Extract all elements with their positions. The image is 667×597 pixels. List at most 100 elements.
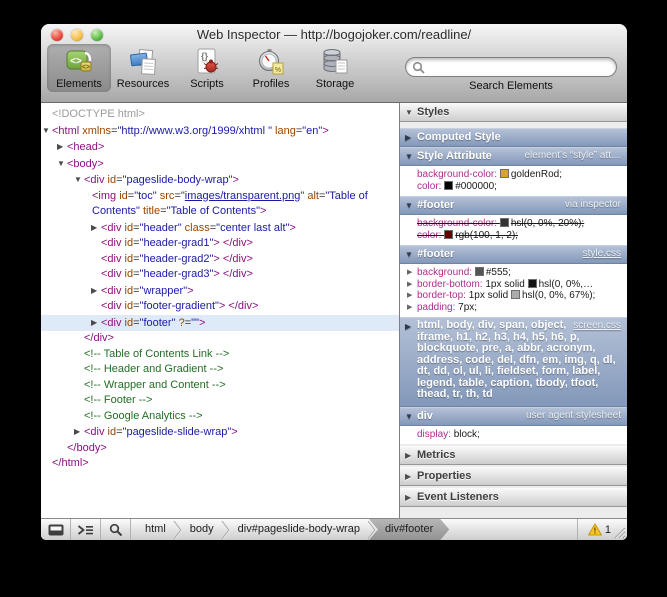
expanded-arrow-icon[interactable]: ▼ <box>405 249 413 261</box>
color-swatch[interactable] <box>444 230 453 239</box>
collapsed-arrow-icon[interactable]: ▶ <box>407 267 412 279</box>
tree-row[interactable]: <div id="footer-gradient"> </div> <box>41 299 399 315</box>
close-button[interactable] <box>51 29 63 41</box>
style-property[interactable]: background-color: goldenRod; <box>400 169 627 181</box>
tree-row[interactable]: <img id="toc" src="images/transparent.pn… <box>41 189 399 220</box>
collapsed-arrow-icon[interactable]: ▶ <box>405 471 411 483</box>
style-section-header[interactable]: ▶Metrics <box>400 446 627 465</box>
search-icon <box>109 523 123 537</box>
expanded-arrow-icon[interactable]: ▼ <box>405 411 413 423</box>
tree-row[interactable]: ▼<body> <box>41 156 399 173</box>
collapsed-arrow-icon[interactable]: ▶ <box>91 283 101 299</box>
collapsed-arrow-icon[interactable]: ▶ <box>57 139 67 155</box>
expanded-arrow-icon[interactable]: ▼ <box>405 200 413 212</box>
color-swatch[interactable] <box>528 279 537 288</box>
stylesheet-link[interactable]: screen.css <box>573 320 621 332</box>
toolbar-button-storage[interactable]: Storage <box>303 44 367 92</box>
toolbar-button-profiles[interactable]: % Profiles <box>239 44 303 92</box>
tree-row[interactable]: ▶<div id="pageslide-slide-wrap"> <box>41 424 399 441</box>
collapsed-arrow-icon[interactable]: ▶ <box>74 424 84 440</box>
collapsed-arrow-icon[interactable]: ▶ <box>405 132 411 144</box>
dock-bottom-button[interactable] <box>41 519 71 540</box>
color-swatch[interactable] <box>511 290 520 299</box>
tree-row[interactable]: </html> <box>41 456 399 472</box>
tree-row[interactable]: <!DOCTYPE html> <box>41 107 399 123</box>
tree-row[interactable]: ▶<div id="footer" ?=""> <box>41 315 399 332</box>
stylesheet-link[interactable]: style.css <box>583 248 621 260</box>
zoom-button[interactable] <box>91 29 103 41</box>
tree-row[interactable]: <!-- Header and Gradient --> <box>41 362 399 378</box>
toolbar-button-elements[interactable]: <> <> Elements <box>47 44 111 92</box>
style-property[interactable]: ▶background: #555; <box>400 267 627 279</box>
collapsed-arrow-icon[interactable]: ▶ <box>405 321 411 333</box>
expanded-arrow-icon[interactable]: ▼ <box>57 156 67 172</box>
toolbar-button-scripts[interactable]: {} Scripts <box>175 44 239 92</box>
collapsed-arrow-icon[interactable]: ▶ <box>407 290 412 302</box>
expanded-arrow-icon[interactable]: ▼ <box>405 107 413 119</box>
breadcrumb-item[interactable]: html <box>139 519 172 540</box>
style-section-header[interactable]: ▶Computed Style <box>400 128 627 147</box>
collapsed-arrow-icon[interactable]: ▶ <box>405 450 411 462</box>
style-section-header[interactable]: ▼via inspector#footer <box>400 196 627 215</box>
property-value: goldenRod; <box>511 169 562 180</box>
style-property[interactable]: display: block; <box>400 429 627 441</box>
style-section-header[interactable]: ▼Styles <box>400 103 627 122</box>
color-swatch[interactable] <box>475 267 484 276</box>
breadcrumb-item[interactable]: div#pageslide-body-wrap <box>232 519 366 540</box>
style-properties: background-color: hsl(0, 0%, 20%);color:… <box>400 215 627 245</box>
expanded-arrow-icon[interactable]: ▼ <box>405 151 413 163</box>
resize-grip-icon[interactable] <box>613 526 626 539</box>
tree-row[interactable]: </div> <box>41 331 399 347</box>
style-property[interactable]: ▶border-bottom: 1px solid hsl(0, 0%,… <box>400 279 627 291</box>
tree-row[interactable]: ▶<div id="wrapper"> <box>41 283 399 300</box>
tree-row[interactable]: ▶<div id="header" class="center last alt… <box>41 220 399 237</box>
toolbar-button-resources[interactable]: Resources <box>111 44 175 92</box>
tree-row[interactable]: </body> <box>41 441 399 457</box>
style-section-header[interactable]: ▶screen.csshtml, body, div, span, object… <box>400 317 627 407</box>
tree-row[interactable]: ▼<div id="pageslide-body-wrap"> <box>41 172 399 189</box>
breadcrumb-item[interactable]: body <box>184 519 220 540</box>
breadcrumb-item[interactable]: div#footer <box>369 519 449 540</box>
tree-row[interactable]: <!-- Footer --> <box>41 393 399 409</box>
color-swatch[interactable] <box>500 218 509 227</box>
style-property[interactable]: ▶border-top: 1px solid hsl(0, 0%, 67%); <box>400 290 627 302</box>
style-section-header[interactable]: ▼element’s “style” att…Style Attribute <box>400 147 627 166</box>
tree-row[interactable]: ▶<head> <box>41 139 399 156</box>
tree-token-an: id <box>125 285 134 297</box>
collapsed-arrow-icon[interactable]: ▶ <box>407 302 412 314</box>
tree-row[interactable]: ▼<html xmlns="http://www.w3.org/1999/xht… <box>41 123 399 140</box>
style-property[interactable]: color: rgb(100, 1, 2); <box>400 230 627 242</box>
color-swatch[interactable] <box>444 181 453 190</box>
color-swatch[interactable] <box>500 169 509 178</box>
collapsed-arrow-icon[interactable]: ▶ <box>91 220 101 236</box>
style-section-header[interactable]: ▼style.css#footer <box>400 245 627 264</box>
tree-token-an: class <box>185 222 210 234</box>
tree-row[interactable]: <!-- Wrapper and Content --> <box>41 378 399 394</box>
style-section-title: #footer <box>417 199 454 211</box>
tree-row[interactable]: <div id="header-grad1"> </div> <box>41 236 399 252</box>
warnings-area[interactable]: ! 1 <box>577 519 611 540</box>
title-bar[interactable]: Web Inspector — http://bogojoker.com/rea… <box>41 24 627 45</box>
expanded-arrow-icon[interactable]: ▼ <box>74 172 84 188</box>
tree-row[interactable]: <!-- Google Analytics --> <box>41 409 399 425</box>
expanded-arrow-icon[interactable]: ▼ <box>42 123 52 139</box>
tree-row[interactable]: <div id="header-grad3"> </div> <box>41 267 399 283</box>
style-section-header[interactable]: ▼user agent stylesheetdiv <box>400 407 627 426</box>
style-section-header[interactable]: ▶Properties <box>400 467 627 486</box>
tree-row[interactable]: <div id="header-grad2"> </div> <box>41 252 399 268</box>
console-button[interactable] <box>71 519 101 540</box>
tree-token-tk: </div> <box>223 237 253 249</box>
collapsed-arrow-icon[interactable]: ▶ <box>405 492 411 504</box>
collapsed-arrow-icon[interactable]: ▶ <box>407 279 412 291</box>
style-property[interactable]: ▶padding: 7px; <box>400 302 627 314</box>
collapsed-arrow-icon[interactable]: ▶ <box>91 315 101 331</box>
style-property[interactable]: background-color: hsl(0, 0%, 20%); <box>400 218 627 230</box>
tree-token-tk: <div <box>101 285 125 297</box>
tree-row[interactable]: <!-- Table of Contents Link --> <box>41 347 399 363</box>
search-input[interactable] <box>405 57 617 77</box>
search-icon <box>412 61 425 74</box>
node-search-button[interactable] <box>101 519 131 540</box>
minimize-button[interactable] <box>71 29 83 41</box>
style-section-header[interactable]: ▶Event Listeners <box>400 488 627 507</box>
style-property[interactable]: color: #000000; <box>400 181 627 193</box>
